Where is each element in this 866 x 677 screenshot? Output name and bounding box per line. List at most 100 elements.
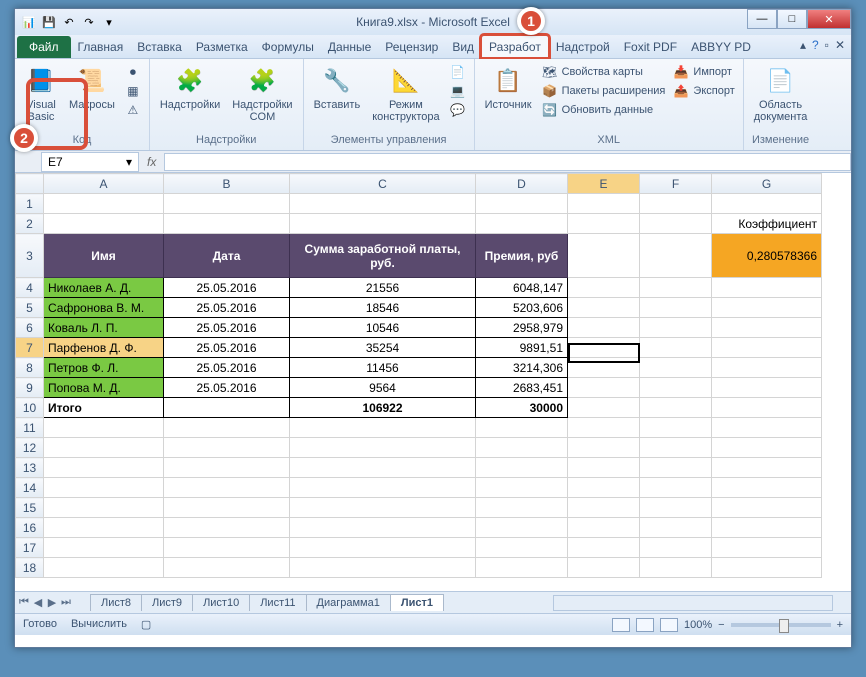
close-workbook-icon[interactable]: ✕ — [835, 38, 845, 52]
sheet-tab[interactable]: Лист10 — [192, 594, 250, 611]
visual-basic-button[interactable]: 📘 Visual Basic — [21, 63, 61, 125]
date-cell[interactable]: 25.05.2016 — [164, 298, 290, 318]
row-8[interactable]: 8 — [16, 358, 44, 378]
bonus-cell[interactable]: 9891,51 — [476, 338, 568, 358]
name-cell[interactable]: Попова М. Д. — [44, 378, 164, 398]
help-icon[interactable]: ? — [812, 38, 819, 52]
name-cell[interactable]: Парфенов Д. Ф. — [44, 338, 164, 358]
horizontal-scrollbar[interactable] — [553, 595, 833, 611]
sum-cell[interactable]: 9564 — [290, 378, 476, 398]
bonus-cell[interactable]: 3214,306 — [476, 358, 568, 378]
select-all-corner[interactable] — [16, 174, 44, 194]
name-cell[interactable]: Петров Ф. Л. — [44, 358, 164, 378]
tab-foxit[interactable]: Foxit PDF — [617, 36, 684, 58]
hdr-date[interactable]: Дата — [164, 234, 290, 278]
koef-label-cell[interactable]: Коэффициент — [712, 214, 822, 234]
macro-record-status-icon[interactable]: ▢ — [141, 618, 151, 631]
properties-button[interactable]: 📄 — [448, 63, 468, 81]
tab-file[interactable]: Файл — [17, 36, 71, 58]
macro-security-button[interactable]: ⚠ — [123, 101, 143, 119]
hdr-name[interactable]: Имя — [44, 234, 164, 278]
bonus-cell[interactable]: 6048,147 — [476, 278, 568, 298]
minimize-button[interactable]: — — [747, 9, 777, 29]
hdr-bonus[interactable]: Премия, руб — [476, 234, 568, 278]
sheet-nav-prev-icon[interactable]: ◀ — [31, 596, 45, 609]
total-label[interactable]: Итого — [44, 398, 164, 418]
addins-button[interactable]: 🧩Надстройки — [156, 63, 224, 113]
name-cell[interactable]: Коваль Л. П. — [44, 318, 164, 338]
use-relative-button[interactable]: ▦ — [123, 82, 143, 100]
row-6[interactable]: 6 — [16, 318, 44, 338]
row-10[interactable]: 10 — [16, 398, 44, 418]
row-17[interactable]: 17 — [16, 538, 44, 558]
run-dialog-button[interactable]: 💬 — [448, 101, 468, 119]
tab-addins[interactable]: Надстрой — [549, 36, 617, 58]
col-E[interactable]: E — [568, 174, 640, 194]
expansion-packs-button[interactable]: 📦Пакеты расширения — [540, 82, 668, 100]
tab-review[interactable]: Рецензир — [378, 36, 445, 58]
document-panel-button[interactable]: 📄Область документа — [750, 63, 812, 125]
name-cell[interactable]: Сафронова В. М. — [44, 298, 164, 318]
sum-cell[interactable]: 18546 — [290, 298, 476, 318]
date-cell[interactable]: 25.05.2016 — [164, 358, 290, 378]
col-G[interactable]: G — [712, 174, 822, 194]
date-cell[interactable]: 25.05.2016 — [164, 278, 290, 298]
maximize-button[interactable]: □ — [777, 9, 807, 29]
zoom-in-button[interactable]: + — [837, 619, 843, 631]
tab-data[interactable]: Данные — [321, 36, 378, 58]
map-properties-button[interactable]: 🗺Свойства карты — [540, 63, 668, 81]
row-14[interactable]: 14 — [16, 478, 44, 498]
normal-view-button[interactable] — [612, 618, 630, 632]
minimize-ribbon-icon[interactable]: ▴ — [800, 38, 806, 52]
row-18[interactable]: 18 — [16, 558, 44, 578]
page-break-view-button[interactable] — [660, 618, 678, 632]
sum-cell[interactable]: 21556 — [290, 278, 476, 298]
col-C[interactable]: C — [290, 174, 476, 194]
sheet-tab[interactable]: Лист1 — [390, 594, 444, 611]
formula-input[interactable] — [164, 153, 851, 171]
tab-developer[interactable]: Разработ — [481, 35, 549, 58]
total-sum[interactable]: 106922 — [290, 398, 476, 418]
date-cell[interactable]: 25.05.2016 — [164, 318, 290, 338]
col-F[interactable]: F — [640, 174, 712, 194]
sum-cell[interactable]: 35254 — [290, 338, 476, 358]
row-1[interactable]: 1 — [16, 194, 44, 214]
sheet-tab[interactable]: Лист9 — [141, 594, 193, 611]
sheet-tab[interactable]: Диаграмма1 — [306, 594, 391, 611]
row-12[interactable]: 12 — [16, 438, 44, 458]
sum-cell[interactable]: 11456 — [290, 358, 476, 378]
restore-window-icon[interactable]: ▫ — [825, 38, 829, 52]
design-mode-button[interactable]: 📐Режим конструктора — [368, 63, 443, 125]
refresh-data-button[interactable]: 🔄Обновить данные — [540, 101, 668, 119]
row-7[interactable]: 7 — [16, 338, 44, 358]
row-16[interactable]: 16 — [16, 518, 44, 538]
row-3[interactable]: 3 — [16, 234, 44, 278]
row-5[interactable]: 5 — [16, 298, 44, 318]
row-13[interactable]: 13 — [16, 458, 44, 478]
row-2[interactable]: 2 — [16, 214, 44, 234]
zoom-out-button[interactable]: − — [718, 619, 724, 631]
row-9[interactable]: 9 — [16, 378, 44, 398]
tab-insert[interactable]: Вставка — [130, 36, 189, 58]
date-cell[interactable]: 25.05.2016 — [164, 378, 290, 398]
sum-cell[interactable]: 10546 — [290, 318, 476, 338]
page-layout-view-button[interactable] — [636, 618, 654, 632]
qat-dropdown-icon[interactable]: ▾ — [101, 14, 117, 30]
date-cell[interactable]: 25.05.2016 — [164, 338, 290, 358]
zoom-slider[interactable] — [731, 623, 831, 627]
import-button[interactable]: 📥Импорт — [671, 63, 736, 81]
bonus-cell[interactable]: 5203,606 — [476, 298, 568, 318]
undo-icon[interactable]: ↶ — [61, 14, 77, 30]
koef-value-cell[interactable]: 0,280578366 — [712, 234, 822, 278]
com-addins-button[interactable]: 🧩Надстройки COM — [228, 63, 296, 125]
name-box[interactable]: E7 ▾ — [41, 152, 139, 172]
tab-view[interactable]: Вид — [445, 36, 481, 58]
row-4[interactable]: 4 — [16, 278, 44, 298]
insert-control-button[interactable]: 🔧Вставить — [310, 63, 365, 113]
macros-button[interactable]: 📜 Макросы — [65, 63, 119, 113]
name-box-dropdown-icon[interactable]: ▾ — [126, 155, 132, 169]
redo-icon[interactable]: ↷ — [81, 14, 97, 30]
row-15[interactable]: 15 — [16, 498, 44, 518]
bonus-cell[interactable]: 2683,451 — [476, 378, 568, 398]
sheet-tab[interactable]: Лист11 — [249, 594, 306, 611]
